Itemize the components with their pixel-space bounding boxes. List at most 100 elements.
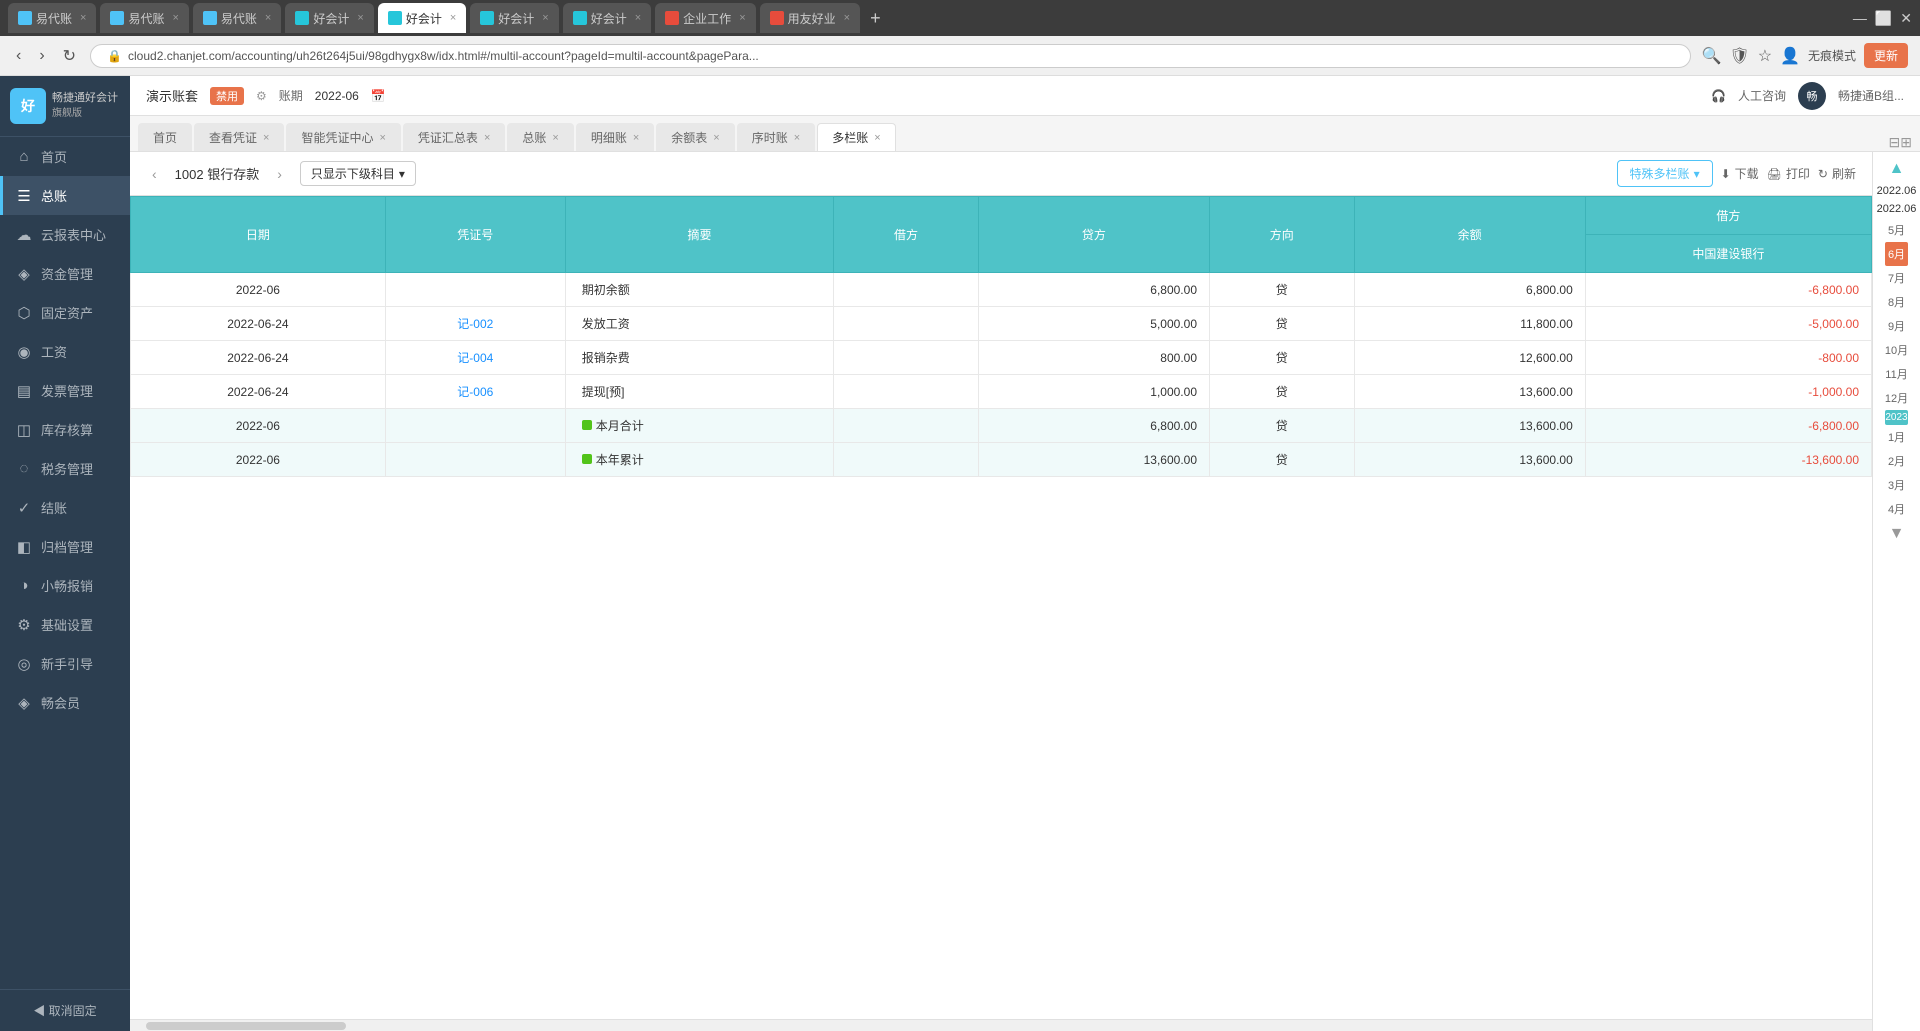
month-item[interactable]: 10月 xyxy=(1885,338,1908,362)
scroll-thumb[interactable] xyxy=(146,1022,346,1030)
tab-yonyou[interactable]: 用友好业 × xyxy=(760,3,860,33)
sidebar-item-home[interactable]: ⌂ 首页 xyxy=(0,137,130,176)
sidebar-item-invoice[interactable]: ▤ 发票管理 xyxy=(0,371,130,410)
month-item[interactable]: 5月 xyxy=(1885,218,1908,242)
tab-close-voucher-summary[interactable]: × xyxy=(484,132,490,144)
tab-haokuaiji-2-active[interactable]: 好会计 × xyxy=(378,3,466,33)
help-label[interactable]: 人工咨询 xyxy=(1738,87,1786,104)
new-tab-button[interactable]: + xyxy=(864,8,887,29)
sidebar-item-guide[interactable]: ◎ 新手引导 xyxy=(0,644,130,683)
user-avatar[interactable]: 畅 xyxy=(1798,82,1826,110)
settings-gear-icon[interactable]: ⚙ xyxy=(256,89,267,103)
voucher-link[interactable]: 记-006 xyxy=(457,385,493,399)
tab-yidaizhang-2[interactable]: 易代账 × xyxy=(100,3,188,33)
update-button[interactable]: 更新 xyxy=(1864,43,1908,68)
sidebar-item-assets[interactable]: ⬡ 固定资产 xyxy=(0,293,130,332)
tab-enterprise[interactable]: 企业工作 × xyxy=(655,3,755,33)
month-item[interactable]: 8月 xyxy=(1885,290,1908,314)
tab-close-5[interactable]: × xyxy=(450,12,456,24)
tab-close-sequence-ledger[interactable]: × xyxy=(794,132,800,144)
month-item[interactable]: 9月 xyxy=(1885,314,1908,338)
help-icon[interactable]: 🎧 xyxy=(1711,89,1726,103)
sidebar-item-settings[interactable]: ⚙ 基础设置 xyxy=(0,605,130,644)
sidebar-item-tax[interactable]: ◌ 税务管理 xyxy=(0,449,130,488)
voucher-link[interactable]: 记-004 xyxy=(457,351,493,365)
tab-close-general-ledger[interactable]: × xyxy=(552,132,558,144)
search-icon[interactable]: 🔍 xyxy=(1701,46,1721,66)
prev-account-button[interactable]: ‹ xyxy=(146,164,163,184)
tab-haokuaiji-1[interactable]: 好会计 × xyxy=(285,3,373,33)
minimize-icon[interactable]: — xyxy=(1853,10,1867,27)
maximize-icon[interactable]: ⬜ xyxy=(1875,10,1892,27)
scroll-down-button[interactable]: ▼ xyxy=(1885,521,1909,547)
month-item[interactable]: 4月 xyxy=(1885,497,1908,521)
next-account-button[interactable]: › xyxy=(271,164,288,184)
tab-general-ledger[interactable]: 总账 × xyxy=(507,123,573,151)
tab-close-8[interactable]: × xyxy=(739,12,745,24)
sidebar-item-cloudreport[interactable]: ☁ 云报表中心 xyxy=(0,215,130,254)
tab-yidaizhang-1[interactable]: 易代账 × xyxy=(8,3,96,33)
tab-close-4[interactable]: × xyxy=(357,12,363,24)
tab-close-1[interactable]: × xyxy=(80,12,86,24)
month-item[interactable]: 1月 xyxy=(1885,425,1908,449)
tab-yidaizhang-3[interactable]: 易代账 × xyxy=(193,3,281,33)
sidebar-item-inventory[interactable]: ◫ 库存核算 xyxy=(0,410,130,449)
tab-close-view-voucher[interactable]: × xyxy=(263,132,269,144)
tab-detail-ledger[interactable]: 明细账 × xyxy=(576,123,654,151)
month-item[interactable]: 2月 xyxy=(1885,449,1908,473)
tab-close-3[interactable]: × xyxy=(265,12,271,24)
tab-haokuaiji-4[interactable]: 好会计 × xyxy=(563,3,651,33)
url-input[interactable]: 🔒 cloud2.chanjet.com/accounting/uh26t264… xyxy=(90,44,1691,68)
tab-view-voucher[interactable]: 查看凭证 × xyxy=(194,123,284,151)
print-button[interactable]: 🖨 打印 xyxy=(1767,165,1810,182)
shield-icon[interactable]: 🛡 xyxy=(1729,46,1749,66)
sidebar-item-expense[interactable]: ◑ 小畅报销 xyxy=(0,566,130,605)
tab-close-7[interactable]: × xyxy=(635,12,641,24)
tab-close-6[interactable]: × xyxy=(542,12,548,24)
tab-close-9[interactable]: × xyxy=(844,12,850,24)
back-button[interactable]: ‹ xyxy=(12,43,25,69)
sidebar-item-closing[interactable]: ✓ 结账 xyxy=(0,488,130,527)
cell-voucher[interactable]: 记-004 xyxy=(385,341,565,375)
cell-voucher[interactable]: 记-006 xyxy=(385,375,565,409)
tab-close-detail-ledger[interactable]: × xyxy=(633,132,639,144)
sidebar-item-salary[interactable]: ◉ 工资 xyxy=(0,332,130,371)
tab-multicolumn-ledger[interactable]: 多栏账 × xyxy=(817,123,895,151)
close-icon[interactable]: ✕ xyxy=(1900,10,1912,27)
tab-sequence-ledger[interactable]: 序时账 × xyxy=(737,123,815,151)
tab-close-multicolumn-ledger[interactable]: × xyxy=(874,132,880,144)
unpin-button[interactable]: ◀ 取消固定 xyxy=(8,998,122,1023)
tab-home[interactable]: 首页 xyxy=(138,123,192,151)
tab-close-balance[interactable]: × xyxy=(713,132,719,144)
tab-close-2[interactable]: × xyxy=(172,12,178,24)
refresh-button[interactable]: ↻ 刷新 xyxy=(1818,165,1856,182)
special-multicolumn-button[interactable]: 特殊多栏账 ▾ xyxy=(1617,160,1713,187)
tab-smart-voucher[interactable]: 智能凭证中心 × xyxy=(286,123,400,151)
tab-haokuaiji-3[interactable]: 好会计 × xyxy=(470,3,558,33)
month-item[interactable]: 2023 xyxy=(1885,410,1908,425)
scroll-up-button[interactable]: ▲ xyxy=(1885,156,1909,182)
horizontal-scrollbar[interactable] xyxy=(130,1019,1872,1031)
cell-voucher[interactable]: 记-002 xyxy=(385,307,565,341)
sidebar-item-member[interactable]: ◈ 畅会员 xyxy=(0,683,130,722)
reload-button[interactable]: ↻ xyxy=(59,42,80,70)
collapse-icon[interactable]: ⊟ xyxy=(1889,134,1901,151)
month-item[interactable]: 6月 xyxy=(1885,242,1908,266)
tab-voucher-summary[interactable]: 凭证汇总表 × xyxy=(403,123,505,151)
expand-icon[interactable]: ⊞ xyxy=(1900,134,1912,151)
month-item[interactable]: 3月 xyxy=(1885,473,1908,497)
profile-icon[interactable]: 👤 xyxy=(1780,46,1800,66)
sidebar-item-finance[interactable]: ◈ 资金管理 xyxy=(0,254,130,293)
filter-dropdown[interactable]: 只显示下级科目 ▾ xyxy=(300,161,416,186)
tab-close-smart-voucher[interactable]: × xyxy=(379,132,385,144)
forward-button[interactable]: › xyxy=(35,43,48,69)
sidebar-item-archive[interactable]: ◧ 归档管理 xyxy=(0,527,130,566)
bookmark-icon[interactable]: ☆ xyxy=(1758,46,1772,66)
calendar-icon[interactable]: 📅 xyxy=(371,89,386,103)
month-item[interactable]: 12月 xyxy=(1885,386,1908,410)
tab-balance[interactable]: 余额表 × xyxy=(656,123,734,151)
voucher-link[interactable]: 记-002 xyxy=(457,317,493,331)
download-button[interactable]: ⬇ 下载 xyxy=(1721,165,1759,182)
month-item[interactable]: 11月 xyxy=(1885,362,1908,386)
month-item[interactable]: 7月 xyxy=(1885,266,1908,290)
